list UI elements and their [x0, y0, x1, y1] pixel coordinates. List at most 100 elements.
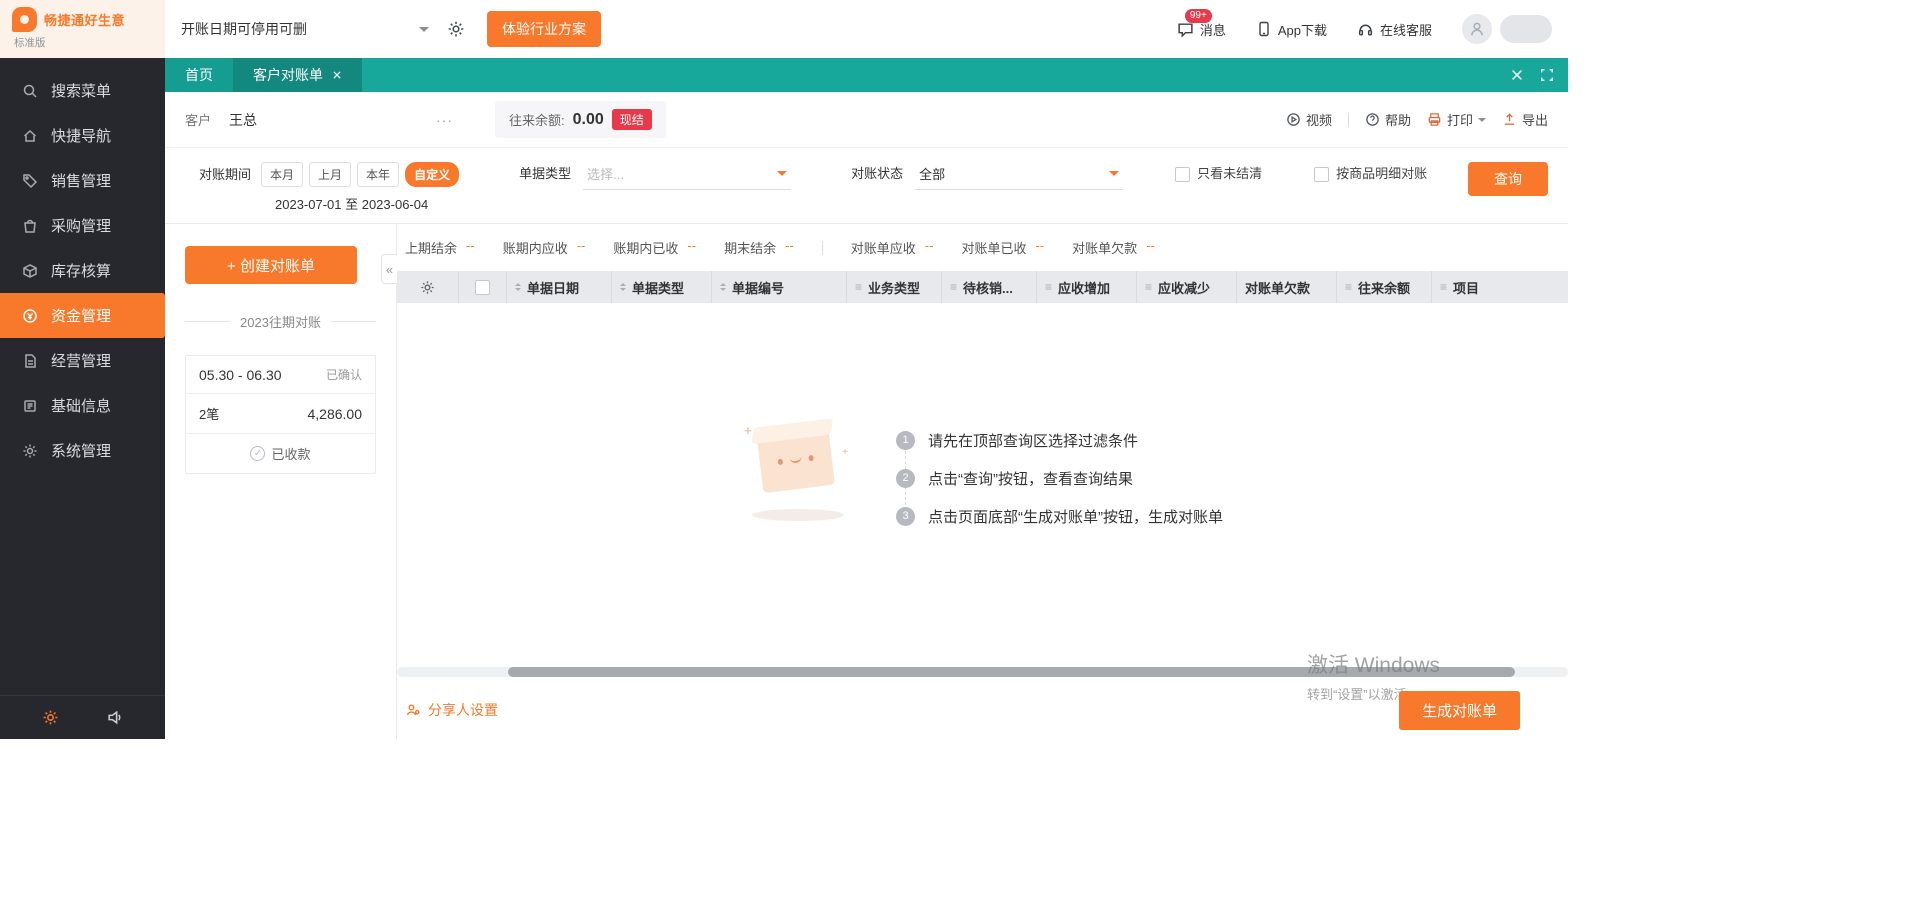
messages-button[interactable]: 99+ 消息 [1177, 8, 1226, 39]
period-range-value[interactable]: 2023-07-01 至 2023-06-04 [275, 194, 459, 213]
sidebar-item-system[interactable]: 系统管理 [0, 428, 165, 473]
sidebar-item-funds[interactable]: 资金管理 [0, 293, 165, 338]
empty-state-steps: 1 请先在顶部查询区选择过滤条件 2 点击“查询”按钮，查看查询结果 3 点击页… [896, 421, 1223, 535]
more-options-icon[interactable]: ··· [436, 112, 453, 128]
speaker-icon[interactable] [106, 709, 123, 726]
summary-value: -- [576, 238, 586, 253]
account-period-value: 开账日期可停用可删 [181, 21, 307, 37]
step-text: 请先在顶部查询区选择过滤条件 [928, 432, 1139, 450]
column-doc-number[interactable]: 单据编号 [712, 271, 847, 303]
page-subheader: 客户 王总 ··· 往来余额: 0.00 现结 视频 帮助 打印 导出 [165, 92, 1568, 148]
print-button[interactable]: 打印 [1427, 110, 1486, 129]
sidebar-item-quick-nav[interactable]: 快捷导航 [0, 113, 165, 158]
column-pending-writeoff[interactable]: ≡ 待核销... [942, 271, 1037, 303]
generate-statement-button[interactable]: 生成对账单 [1398, 690, 1520, 730]
tab-home[interactable]: 首页 [165, 58, 233, 92]
filter-bar: 对账期间 本月 上月 本年 自定义 2023-07-01 至 2023-06-0… [165, 148, 1568, 224]
summary-label: 账期内已收 [613, 241, 679, 256]
printer-icon [1427, 112, 1442, 127]
tab-customer-statement-label: 客户对账单 [253, 67, 323, 83]
sidebar-item-search-menu[interactable]: 搜索菜单 [0, 68, 165, 113]
statement-status: 已确认 [325, 368, 362, 382]
status-value: 全部 [919, 167, 946, 182]
period-last-month-button[interactable]: 上月 [309, 162, 352, 187]
app-window: 畅捷通好生意 标准版 搜索菜单 快捷导航 销售管理 采购管理 库存核算 资金管理… [0, 0, 1568, 739]
customer-select[interactable]: 客户 王总 ··· [185, 110, 453, 130]
sidebar-item-operations[interactable]: 经营管理 [0, 338, 165, 383]
period-this-month-button[interactable]: 本月 [261, 162, 304, 187]
doc-type-select[interactable]: 选择... [583, 162, 792, 190]
main-area: 开账日期可停用可删 体验行业方案 99+ 消息 App下载 在线客服 首页 客户… [165, 0, 1568, 739]
statement-card[interactable]: 05.30 - 06.30 已确认 2笔 4,286.00 ✓ 已收款 [185, 355, 376, 474]
online-service-label: 在线客服 [1379, 22, 1432, 38]
sidebar-item-purchase[interactable]: 采购管理 [0, 203, 165, 248]
online-service-button[interactable]: 在线客服 [1357, 20, 1432, 39]
unsettled-only-checkbox[interactable]: 只看未结清 [1175, 162, 1262, 186]
sidebar-item-sales[interactable]: 销售管理 [0, 158, 165, 203]
sidebar-item-inventory[interactable]: 库存核算 [0, 248, 165, 293]
help-button[interactable]: 帮助 [1365, 110, 1411, 129]
account-period-select[interactable]: 开账日期可停用可删 [181, 19, 429, 39]
scrollbar-thumb[interactable] [508, 667, 1516, 677]
chat-bubble-icon [1177, 21, 1194, 38]
topbar-gear-icon[interactable] [447, 20, 465, 38]
column-running-balance[interactable]: ≡ 往来余额 [1337, 271, 1432, 303]
sparkle-icon: + [744, 423, 752, 438]
edition-label: 标准版 [14, 37, 46, 49]
column-label: 对账单欠款 [1245, 280, 1311, 296]
step-text: 点击“查询”按钮，查看查询结果 [928, 470, 1133, 488]
column-business-type[interactable]: ≡ 业务类型 [847, 271, 942, 303]
period-this-year-button[interactable]: 本年 [357, 162, 400, 187]
create-statement-button[interactable]: + 创建对账单 [185, 246, 357, 284]
doc-type-value: 选择... [587, 167, 624, 182]
by-item-detail-checkbox[interactable]: 按商品明细对账 [1314, 162, 1427, 186]
column-settings-button[interactable] [397, 271, 459, 303]
horizontal-scrollbar[interactable] [397, 667, 1568, 677]
sidebar-item-label: 销售管理 [51, 173, 112, 190]
query-button[interactable]: 查询 [1468, 162, 1548, 196]
column-receivable-decrease[interactable]: ≡ 应收减少 [1137, 271, 1237, 303]
settings-gear-icon[interactable] [42, 709, 59, 726]
brand-area: 畅捷通好生意 标准版 [0, 0, 165, 58]
collapse-panel-icon[interactable]: « [381, 254, 397, 284]
user-avatar[interactable] [1462, 14, 1492, 44]
sidebar-item-label: 搜索菜单 [51, 83, 112, 100]
by-item-detail-label: 按商品明细对账 [1336, 166, 1428, 181]
select-all-checkbox[interactable] [459, 271, 507, 303]
period-custom-button[interactable]: 自定义 [405, 162, 460, 187]
export-button[interactable]: 导出 [1502, 110, 1548, 129]
column-doc-date[interactable]: 单据日期 [507, 271, 612, 303]
column-project[interactable]: ≡ 项目 [1432, 271, 1568, 303]
app-download-button[interactable]: App下载 [1256, 20, 1327, 39]
status-select[interactable]: 全部 [915, 162, 1124, 190]
close-tab-icon[interactable] [332, 70, 342, 80]
sidebar-nav: 搜索菜单 快捷导航 销售管理 采购管理 库存核算 资金管理 经营管理 基础信息 … [0, 58, 165, 695]
share-settings-button[interactable]: 分享人设置 [405, 700, 498, 720]
chevron-down-icon [777, 171, 788, 181]
table-area: 上期结余 -- 账期内应收 -- 账期内已收 -- 期末结余 -- 对账单应收 … [397, 224, 1568, 739]
table-header: 单据日期 单据类型 单据编号 ≡ 业务类型 ≡ 待核销... ≡ 应收增加 ≡ … [397, 271, 1568, 303]
video-button[interactable]: 视频 [1286, 110, 1332, 129]
sidebar-item-basic-info[interactable]: 基础信息 [0, 383, 165, 428]
history-title-label: 2023往期对账 [240, 315, 321, 330]
trial-solution-button[interactable]: 体验行业方案 [487, 11, 601, 47]
gear-icon [22, 443, 38, 459]
status-label: 对账状态 [851, 166, 904, 181]
summary-closing-balance: 期末结余 -- [724, 238, 794, 257]
tab-home-label: 首页 [185, 67, 213, 83]
filter-icon: ≡ [1440, 280, 1448, 294]
fullscreen-icon[interactable] [1540, 68, 1554, 82]
checkbox-icon [475, 279, 490, 295]
question-circle-icon [1365, 112, 1380, 127]
tab-customer-statement[interactable]: 客户对账单 [233, 58, 362, 92]
divider [1347, 112, 1349, 127]
column-label: 项目 [1453, 280, 1480, 296]
list-icon [22, 398, 38, 414]
sidebar-item-label: 基础信息 [51, 398, 112, 415]
column-receivable-increase[interactable]: ≡ 应收增加 [1037, 271, 1137, 303]
column-doc-type[interactable]: 单据类型 [612, 271, 712, 303]
column-statement-owed[interactable]: 对账单欠款 [1237, 271, 1337, 303]
summary-label: 上期结余 [405, 241, 458, 256]
close-all-icon[interactable] [1510, 68, 1524, 82]
phone-icon [1256, 21, 1272, 37]
